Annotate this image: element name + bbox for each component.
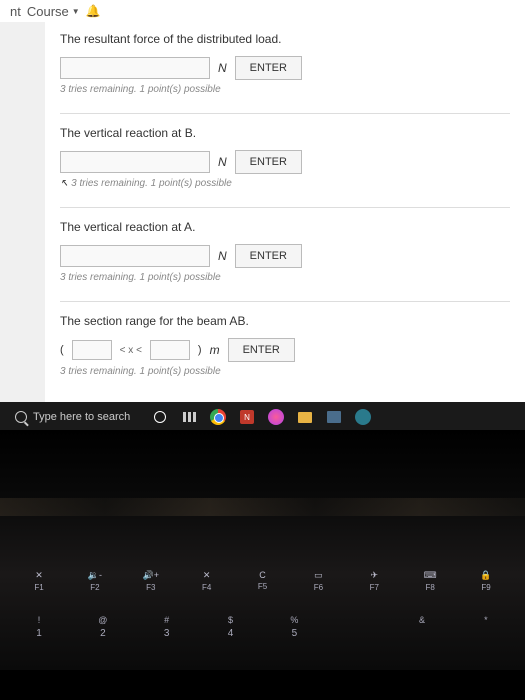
f5-key: CF5 xyxy=(244,570,282,592)
cortana-icon[interactable] xyxy=(147,404,173,430)
enter-button[interactable]: ENTER xyxy=(235,150,302,174)
key-1: !1 xyxy=(20,615,58,639)
tries-remaining: 3 tries remaining. 1 point(s) possible xyxy=(60,84,510,95)
tries-remaining: 3 tries remaining. 1 point(s) possible xyxy=(60,366,510,377)
taskbar-search[interactable]: Type here to search xyxy=(5,402,145,432)
key-7: & xyxy=(403,615,441,639)
answer-input[interactable] xyxy=(60,245,210,267)
folder-icon[interactable] xyxy=(292,404,318,430)
f3-key: 🔊+F3 xyxy=(132,570,170,592)
enter-button[interactable]: ENTER xyxy=(235,56,302,80)
range-low-input[interactable] xyxy=(72,340,112,360)
chrome-icon[interactable] xyxy=(205,404,231,430)
course-label: Course xyxy=(27,4,69,19)
key-4: $4 xyxy=(212,615,250,639)
nt-label: nt xyxy=(10,4,21,19)
key-2: @2 xyxy=(84,615,122,639)
tries-remaining: ↖ 3 tries remaining. 1 point(s) possible xyxy=(60,178,510,189)
search-icon xyxy=(15,411,27,423)
enter-button[interactable]: ENTER xyxy=(235,244,302,268)
f8-key: ⌨F8 xyxy=(411,570,449,592)
chevron-down-icon: ▼ xyxy=(72,7,80,16)
unit-label: N xyxy=(218,155,227,169)
app-header: nt Course ▼ 🔔 xyxy=(0,0,525,22)
range-operator: < x < xyxy=(120,345,142,356)
f7-key: ✈F7 xyxy=(355,570,393,592)
f4-key: ✕F4 xyxy=(188,570,226,592)
content-area: The resultant force of the distributed l… xyxy=(45,22,525,402)
open-paren: ( xyxy=(60,344,64,356)
f1-key: ✕F1 xyxy=(20,570,58,592)
function-key-row: ✕F1 🔉-F2 🔊+F3 ✕F4 CF5 ▭F6 ✈F7 ⌨F8 🔒F9 xyxy=(20,570,505,592)
answer-input[interactable] xyxy=(60,57,210,79)
cursor-icon: ↖ xyxy=(60,178,68,189)
unit-label: N xyxy=(218,249,227,263)
question-block: The vertical reaction at B. N ENTER ↖ 3 … xyxy=(60,126,510,189)
speaker-grille xyxy=(0,498,525,516)
answer-input[interactable] xyxy=(60,151,210,173)
key-8: * xyxy=(467,615,505,639)
itunes-icon[interactable] xyxy=(263,404,289,430)
tries-remaining: 3 tries remaining. 1 point(s) possible xyxy=(60,272,510,283)
taskview-icon[interactable] xyxy=(176,404,202,430)
key-5: %5 xyxy=(275,615,313,639)
enter-button[interactable]: ENTER xyxy=(228,338,295,362)
question-block: The resultant force of the distributed l… xyxy=(60,32,510,95)
bell-icon[interactable]: 🔔 xyxy=(86,4,101,18)
taskbar-icons: N xyxy=(147,404,376,430)
divider xyxy=(60,207,510,208)
key-3: #3 xyxy=(148,615,186,639)
question-prompt: The resultant force of the distributed l… xyxy=(60,32,510,46)
unit-label: N xyxy=(218,61,227,75)
key-6 xyxy=(339,615,377,639)
f2-key: 🔉-F2 xyxy=(76,570,114,592)
store-icon[interactable] xyxy=(321,404,347,430)
search-placeholder: Type here to search xyxy=(33,411,130,423)
windows-taskbar: Type here to search N xyxy=(0,402,525,432)
question-prompt: The vertical reaction at A. xyxy=(60,220,510,234)
number-key-row: !1 @2 #3 $4 %5 & * xyxy=(20,615,505,639)
course-dropdown[interactable]: Course ▼ xyxy=(27,4,80,19)
question-block: The section range for the beam AB. ( < x… xyxy=(60,314,510,377)
laptop-keyboard: ✕F1 🔉-F2 🔊+F3 ✕F4 CF5 ▭F6 ✈F7 ⌨F8 🔒F9 !1… xyxy=(0,430,525,670)
unit-label: m xyxy=(210,343,220,357)
question-prompt: The vertical reaction at B. xyxy=(60,126,510,140)
divider xyxy=(60,113,510,114)
divider xyxy=(60,301,510,302)
question-prompt: The section range for the beam AB. xyxy=(60,314,510,328)
app-icon[interactable]: N xyxy=(234,404,260,430)
range-high-input[interactable] xyxy=(150,340,190,360)
groove-icon[interactable] xyxy=(350,404,376,430)
f6-key: ▭F6 xyxy=(299,570,337,592)
question-block: The vertical reaction at A. N ENTER 3 tr… xyxy=(60,220,510,283)
f9-key: 🔒F9 xyxy=(467,570,505,592)
close-paren: ) xyxy=(198,344,202,356)
